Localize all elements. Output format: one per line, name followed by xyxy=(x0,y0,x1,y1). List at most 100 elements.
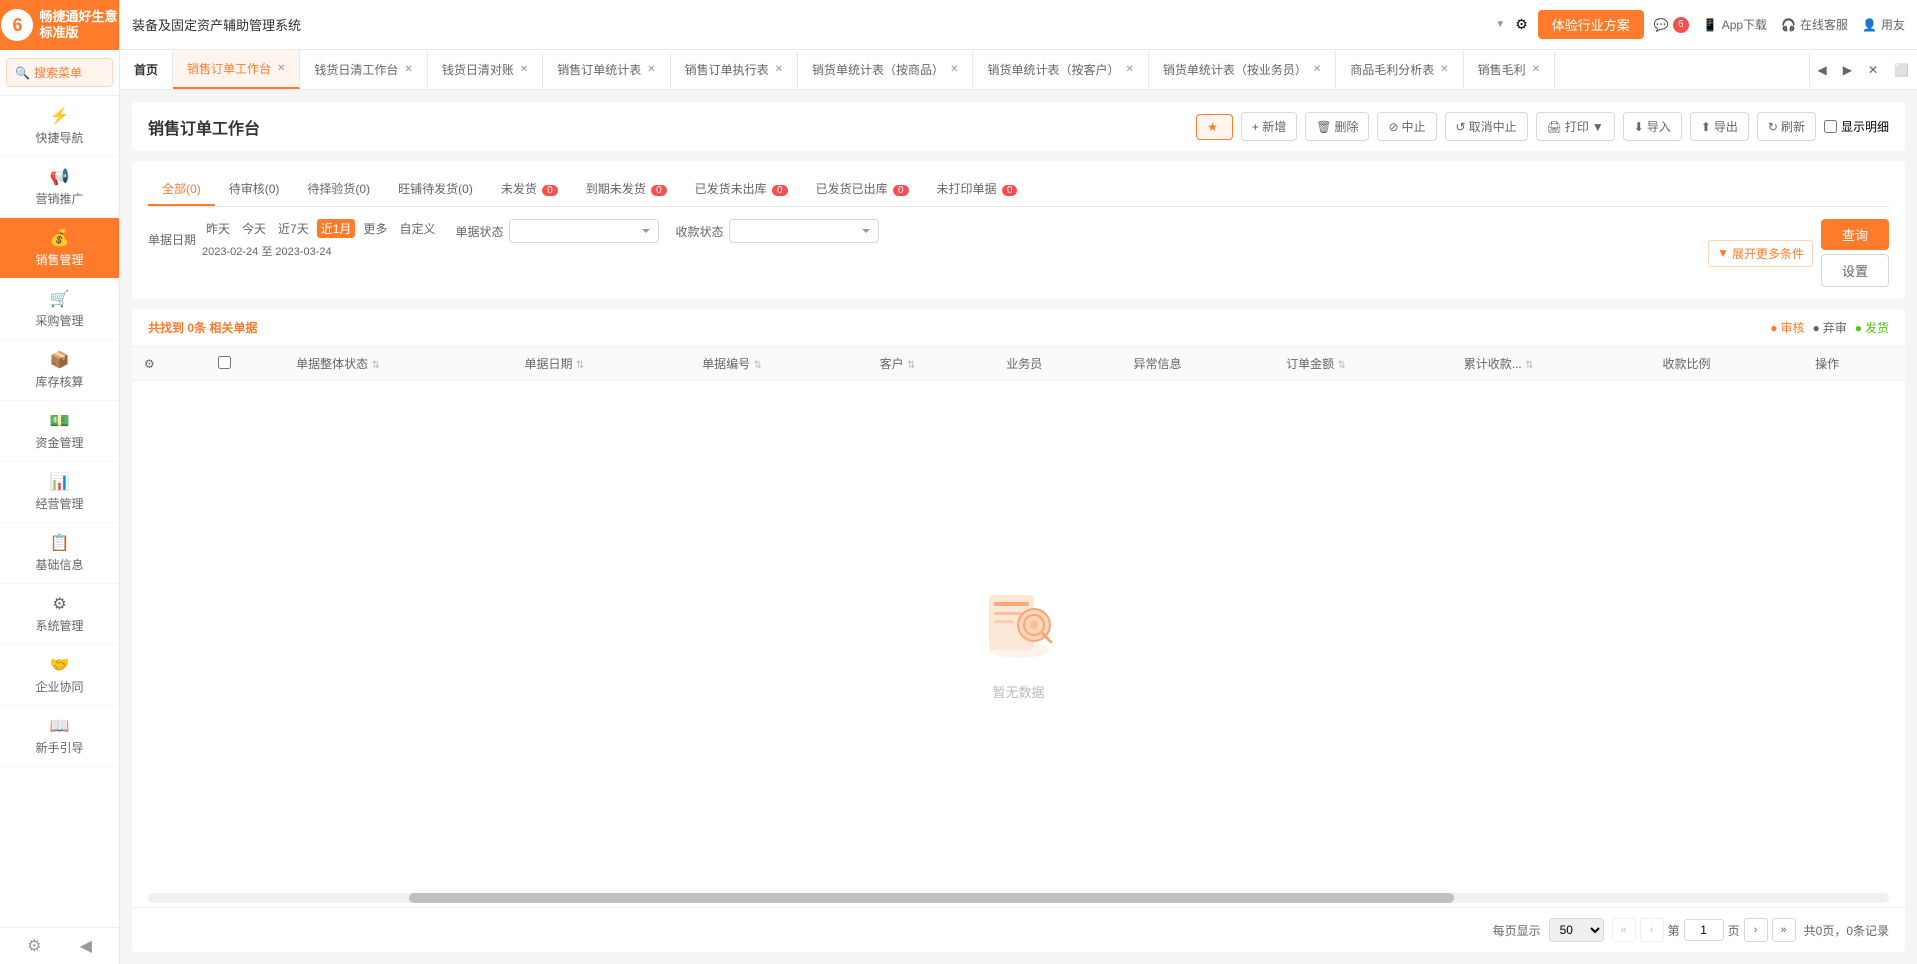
collapse-button[interactable]: ◀ xyxy=(80,936,92,956)
tab-close-cash-daily[interactable]: ✕ xyxy=(404,64,412,75)
sidebar-item-marketing[interactable]: 📢 营销推广 xyxy=(0,157,119,218)
tab-sales-summary-staff[interactable]: 销货单统计表（按业务员） ✕ xyxy=(1149,51,1336,88)
sub-tab-not-shipped[interactable]: 未发货 0 xyxy=(487,173,572,206)
import-button[interactable]: ⬇ 导入 xyxy=(1623,112,1682,141)
tab-sales-exec[interactable]: 销售订单执行表 ✕ xyxy=(671,51,798,88)
sidebar-item-basic[interactable]: 📋 基础信息 xyxy=(0,523,119,584)
tab-close-sales-summary-product[interactable]: ✕ xyxy=(950,64,958,75)
payment-select[interactable] xyxy=(729,219,879,243)
sub-tab-pending-review[interactable]: 待审核(0) xyxy=(215,173,294,206)
status-select[interactable] xyxy=(509,219,659,243)
col-customer[interactable]: 客户 ⇅ xyxy=(868,347,995,381)
col-ratio[interactable]: 收款比例 xyxy=(1650,347,1803,381)
tab-close-product-margin[interactable]: ✕ xyxy=(1440,64,1448,75)
sidebar-item-system[interactable]: ⚙ 系统管理 xyxy=(0,584,119,645)
sidebar-item-inventory[interactable]: 📦 库存核算 xyxy=(0,340,119,401)
tab-product-margin[interactable]: 商品毛利分析表 ✕ xyxy=(1336,51,1463,88)
settings-button[interactable]: ⚙ xyxy=(27,936,41,956)
horizontal-scrollbar[interactable] xyxy=(148,893,1889,903)
col-status[interactable]: 单据整体状态 ⇅ xyxy=(284,347,512,381)
scrollbar-thumb[interactable] xyxy=(409,893,1454,903)
cancel-review-button[interactable]: ● 弃审 xyxy=(1812,319,1846,336)
sidebar-item-guide[interactable]: 📖 新手引导 xyxy=(0,706,119,767)
sidebar-item-finance[interactable]: 💵 资金管理 xyxy=(0,401,119,462)
message-button[interactable]: 💬 6 xyxy=(1654,17,1689,33)
search-menu-button[interactable]: 🔍 搜索菜单 xyxy=(6,58,113,87)
settings-button-filter[interactable]: 设置 xyxy=(1821,254,1889,287)
delete-button[interactable]: 🗑 删除 xyxy=(1305,112,1369,141)
page-next-button[interactable]: › xyxy=(1744,918,1768,942)
sidebar-item-operations[interactable]: 📊 经营管理 xyxy=(0,462,119,523)
cancel-stop-button[interactable]: ↺ 取消中止 xyxy=(1445,112,1528,141)
sub-tab-pending-inspection[interactable]: 待择验货(0) xyxy=(293,173,384,206)
page-size-select[interactable]: 50 100 200 xyxy=(1549,918,1604,942)
tab-close-sales-order[interactable]: ✕ xyxy=(277,63,285,74)
select-all-checkbox[interactable] xyxy=(218,356,231,369)
filter-section: 全部(0) 待审核(0) 待择验货(0) 旺铺待发货(0) 未发货 0 到期未发… xyxy=(132,161,1905,299)
user-menu[interactable]: 👤 用友 xyxy=(1862,16,1905,33)
page-input[interactable] xyxy=(1684,919,1724,941)
sub-tab-shipped-not-warehoused[interactable]: 已发货未出库 0 xyxy=(681,173,802,206)
col-exception[interactable]: 异常信息 xyxy=(1122,347,1275,381)
refresh-button[interactable]: ↻ 刷新 xyxy=(1757,112,1816,141)
col-settings[interactable]: ⚙ xyxy=(132,347,206,381)
page-prev-button[interactable]: ‹ xyxy=(1640,918,1664,942)
date-opt-more[interactable]: 更多 xyxy=(359,219,391,238)
col-amount[interactable]: 订单金额 ⇅ xyxy=(1274,347,1452,381)
col-collected[interactable]: 累计收款... ⇅ xyxy=(1452,347,1651,381)
system-dropdown-icon[interactable]: ▼ xyxy=(1495,19,1505,30)
page-last-button[interactable]: » xyxy=(1772,918,1796,942)
sidebar-item-purchase[interactable]: 🛒 采购管理 xyxy=(0,279,119,340)
tab-close-sales-exec[interactable]: ✕ xyxy=(775,64,783,75)
add-button[interactable]: + 新增 xyxy=(1241,112,1297,141)
show-detail-checkbox[interactable] xyxy=(1824,120,1837,133)
sub-tab-shipped-warehoused[interactable]: 已发货已出库 0 xyxy=(802,173,923,206)
review-action-button[interactable]: ● 审核 xyxy=(1770,319,1804,336)
sub-tab-overdue[interactable]: 到期未发货 0 xyxy=(572,173,681,206)
header-settings-icon[interactable]: ⚙ xyxy=(1515,16,1528,33)
print-button[interactable]: 🖨 打印 ▼ xyxy=(1536,112,1615,141)
query-button[interactable]: 查询 xyxy=(1821,219,1889,250)
tab-home[interactable]: 首页 xyxy=(120,51,173,88)
ai-generate-button[interactable]: ★ xyxy=(1196,114,1233,140)
tab-maximize[interactable]: ⬜ xyxy=(1886,53,1917,87)
app-download-button[interactable]: 📱 App下载 xyxy=(1703,16,1767,33)
date-opt-7days[interactable]: 近7天 xyxy=(274,219,313,238)
date-opt-yesterday[interactable]: 昨天 xyxy=(202,219,234,238)
tab-cash-reconcile[interactable]: 钱货日清对账 ✕ xyxy=(428,51,543,88)
expand-more-button[interactable]: ▼ 展开更多条件 xyxy=(1708,240,1813,267)
tab-cash-daily[interactable]: 钱货日清工作台 ✕ xyxy=(300,51,427,88)
sub-tab-wangpu[interactable]: 旺铺待发货(0) xyxy=(384,173,487,206)
tab-sales-more[interactable]: 销售毛利 ✕ xyxy=(1464,51,1555,88)
col-staff[interactable]: 业务员 xyxy=(994,347,1121,381)
tab-sales-summary-customer[interactable]: 销货单统计表（按客户） ✕ xyxy=(973,51,1148,88)
sub-tab-all[interactable]: 全部(0) xyxy=(148,173,215,206)
export-button[interactable]: ⬆ 导出 xyxy=(1690,112,1749,141)
tab-close-sales-more[interactable]: ✕ xyxy=(1532,64,1540,75)
show-detail-label[interactable]: 显示明细 xyxy=(1824,118,1889,135)
experience-button[interactable]: 体验行业方案 xyxy=(1538,10,1644,39)
tab-close-all[interactable]: ✕ xyxy=(1860,53,1886,87)
tab-close-cash-reconcile[interactable]: ✕ xyxy=(520,64,528,75)
col-number[interactable]: 单据编号 ⇅ xyxy=(690,347,868,381)
sub-tab-not-printed[interactable]: 未打印单据 0 xyxy=(923,173,1032,206)
tab-sales-stat[interactable]: 销售订单统计表 ✕ xyxy=(543,51,670,88)
date-opt-1month[interactable]: 近1月 xyxy=(317,219,356,238)
tab-scroll-left[interactable]: ◀ xyxy=(1810,53,1835,87)
tab-close-sales-summary-customer[interactable]: ✕ xyxy=(1125,64,1133,75)
sidebar-item-sales[interactable]: 💰 销售管理 xyxy=(0,218,119,279)
stop-button[interactable]: ⊘ 中止 xyxy=(1377,112,1436,141)
tab-close-sales-summary-staff[interactable]: ✕ xyxy=(1313,64,1321,75)
date-opt-custom[interactable]: 自定义 xyxy=(395,219,439,238)
sidebar-item-quick-nav[interactable]: ⚡ 快捷导航 xyxy=(0,96,119,157)
tab-scroll-right[interactable]: ▶ xyxy=(1835,53,1860,87)
date-opt-today[interactable]: 今天 xyxy=(238,219,270,238)
sidebar-item-cooperation[interactable]: 🤝 企业协同 xyxy=(0,645,119,706)
col-date[interactable]: 单据日期 ⇅ xyxy=(513,347,691,381)
ship-action-button[interactable]: ● 发货 xyxy=(1855,319,1889,336)
tab-sales-order[interactable]: 销售订单工作台 ✕ xyxy=(173,50,300,89)
tab-sales-summary-product[interactable]: 销货单统计表（按商品） ✕ xyxy=(798,51,973,88)
page-first-button[interactable]: « xyxy=(1612,918,1636,942)
tab-close-sales-stat[interactable]: ✕ xyxy=(647,64,655,75)
online-service-button[interactable]: 🎧 在线客服 xyxy=(1781,16,1848,33)
